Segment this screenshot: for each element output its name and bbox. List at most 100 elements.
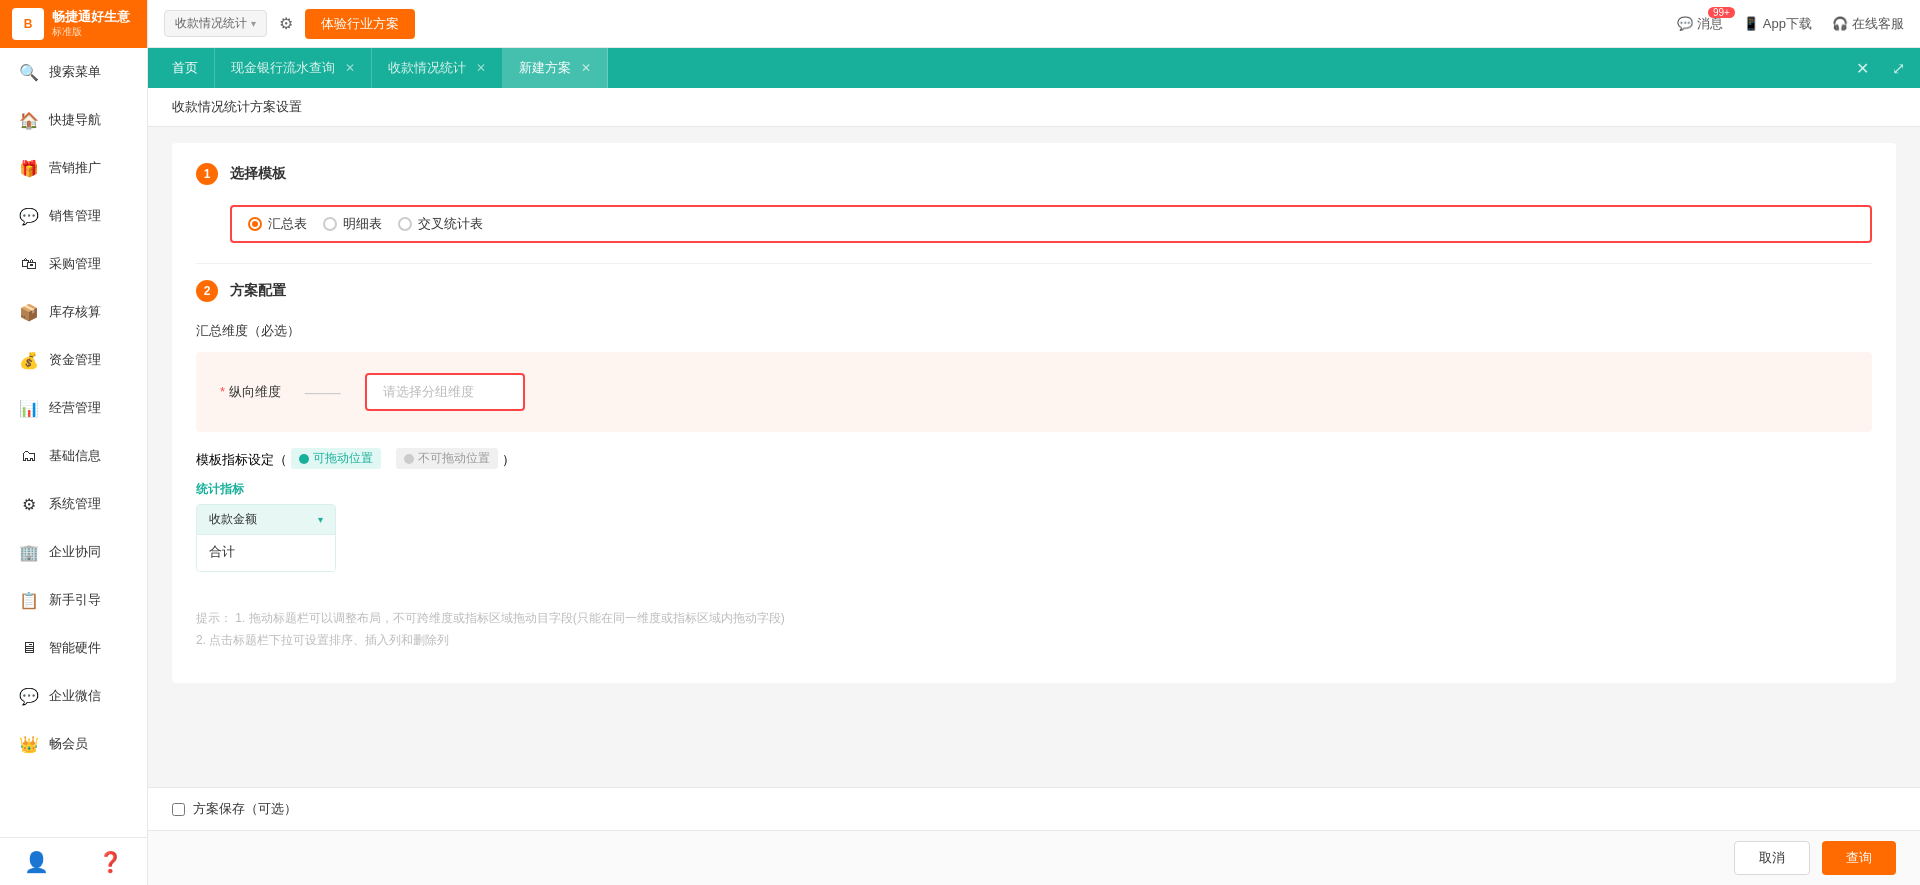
dimension-select-input[interactable]: 请选择分组维度 <box>365 373 525 411</box>
cancel-button[interactable]: 取消 <box>1734 841 1810 875</box>
logo-icon: B <box>12 8 44 40</box>
tab-bank[interactable]: 现金银行流水查询 ✕ <box>215 48 372 88</box>
purchase-icon: 🛍 <box>19 255 39 273</box>
search-icon: 🔍 <box>19 63 39 82</box>
sales-icon: 💬 <box>19 207 39 226</box>
sidebar-label-corp: 企业协同 <box>49 543 101 561</box>
sidebar-item-quicknav[interactable]: 🏠 快捷导航 <box>0 96 147 144</box>
footer-save: 方案保存（可选） <box>148 787 1920 830</box>
dimension-title-text: 汇总维度（必选） <box>196 323 300 338</box>
sidebar-user-btn[interactable]: 👤 <box>0 838 74 885</box>
dimension-title: 汇总维度（必选） <box>196 322 1872 340</box>
template-option-cross[interactable]: 交叉统计表 <box>398 215 483 233</box>
app-download-button[interactable]: 📱 App下载 <box>1743 15 1812 33</box>
hardware-icon: 🖥 <box>19 639 39 657</box>
app-label: App下载 <box>1763 15 1812 33</box>
sidebar-label-wechat: 企业微信 <box>49 687 101 705</box>
tab-newplan[interactable]: 新建方案 ✕ <box>503 48 608 88</box>
sidebar-label-operation: 经营管理 <box>49 399 101 417</box>
main-section: 1 选择模板 汇总表 明细表 交叉统计表 <box>172 143 1896 683</box>
sidebar-label-marketing: 营销推广 <box>49 159 101 177</box>
sidebar-item-sales[interactable]: 💬 销售管理 <box>0 192 147 240</box>
tab-expand-icon[interactable]: ⤢ <box>1884 54 1912 82</box>
dimension-placeholder: 请选择分组维度 <box>383 384 474 399</box>
template-cross-label: 交叉统计表 <box>418 215 483 233</box>
finance-icon: 💰 <box>19 351 39 370</box>
tab-home-label: 首页 <box>172 59 198 77</box>
metrics-label-row: 模板指标设定（ 可拖动位置 不可拖动位置 ） <box>196 448 1872 469</box>
sidebar-item-basic[interactable]: 🗂 基础信息 <box>0 432 147 480</box>
tabbar-controls: ✕ ⤢ <box>1848 54 1912 82</box>
config-section: 汇总维度（必选） * 纵向维度 —— 请选择分组维度 <box>196 322 1872 663</box>
sidebar-label-sales: 销售管理 <box>49 207 101 225</box>
template-summary-label: 汇总表 <box>268 215 307 233</box>
sidebar-label-system: 系统管理 <box>49 495 101 513</box>
step2-badge: 2 <box>196 280 218 302</box>
metrics-col-subtotal: 合计 <box>209 544 235 559</box>
metrics-col-header-payment[interactable]: 收款金额 ▾ <box>197 505 335 535</box>
message-badge: 99+ <box>1708 7 1735 18</box>
corp-icon: 🏢 <box>19 543 39 562</box>
sidebar-label-basic: 基础信息 <box>49 447 101 465</box>
logo-text: 畅捷通好生意 <box>52 9 130 25</box>
home-icon: 🏠 <box>19 111 39 130</box>
breadcrumb[interactable]: 收款情况统计 ▾ <box>164 10 267 37</box>
sidebar-item-hardware[interactable]: 🖥 智能硬件 <box>0 624 147 672</box>
sidebar-item-finance[interactable]: 💰 资金管理 <box>0 336 147 384</box>
message-button[interactable]: 💬 消息 99+ <box>1677 15 1723 33</box>
template-option-detail[interactable]: 明细表 <box>323 215 382 233</box>
inventory-icon: 📦 <box>19 303 39 322</box>
save-plan-label: 方案保存（可选） <box>193 800 297 818</box>
main-area: 收款情况统计 ▾ ⚙ 体验行业方案 💬 消息 99+ 📱 App下载 🎧 在线客… <box>148 0 1920 885</box>
sidebar-item-search[interactable]: 🔍 搜索菜单 <box>0 48 147 96</box>
topbar-right: 💬 消息 99+ 📱 App下载 🎧 在线客服 <box>1677 15 1904 33</box>
sidebar-item-member[interactable]: 👑 畅会员 <box>0 720 147 768</box>
tab-newplan-close-icon[interactable]: ✕ <box>581 61 591 75</box>
content-header-title: 收款情况统计方案设置 <box>172 99 302 114</box>
sidebar-label-member: 畅会员 <box>49 735 88 753</box>
dimension-required-star: * 纵向维度 <box>220 383 281 401</box>
metrics-title: 模板指标设定（ 可拖动位置 不可拖动位置 ） <box>196 448 515 469</box>
member-icon: 👑 <box>19 735 39 754</box>
metrics-grid-section-header: 统计指标 <box>196 481 1872 498</box>
tab-collection[interactable]: 收款情况统计 ✕ <box>372 48 503 88</box>
content-body: 1 选择模板 汇总表 明细表 交叉统计表 <box>148 127 1920 787</box>
app-icon: 📱 <box>1743 16 1759 31</box>
query-button[interactable]: 查询 <box>1822 841 1896 875</box>
tabbar: 首页 现金银行流水查询 ✕ 收款情况统计 ✕ 新建方案 ✕ ✕ ⤢ <box>148 48 1920 88</box>
topbar: 收款情况统计 ▾ ⚙ 体验行业方案 💬 消息 99+ 📱 App下载 🎧 在线客… <box>148 0 1920 48</box>
service-label: 在线客服 <box>1852 15 1904 33</box>
dimension-arrow-icon: —— <box>305 382 341 403</box>
industry-plan-button[interactable]: 体验行业方案 <box>305 9 415 39</box>
action-bar: 取消 查询 <box>148 830 1920 885</box>
sidebar-label-inventory: 库存核算 <box>49 303 101 321</box>
template-option-summary[interactable]: 汇总表 <box>248 215 307 233</box>
sidebar-item-marketing[interactable]: 🎁 营销推广 <box>0 144 147 192</box>
step2-label: 方案配置 <box>230 282 286 300</box>
step1-row: 1 选择模板 <box>196 163 1872 185</box>
metrics-col-body-payment: 合计 <box>197 535 335 571</box>
sidebar-item-corp[interactable]: 🏢 企业协同 <box>0 528 147 576</box>
sidebar-item-purchase[interactable]: 🛍 采购管理 <box>0 240 147 288</box>
sidebar-item-inventory[interactable]: 📦 库存核算 <box>0 288 147 336</box>
tab-close-all-icon[interactable]: ✕ <box>1848 54 1876 82</box>
sidebar-label-quicknav: 快捷导航 <box>49 111 101 129</box>
template-detail-label: 明细表 <box>343 215 382 233</box>
save-plan-checkbox[interactable] <box>172 803 185 816</box>
radio-detail-dot <box>323 217 337 231</box>
sidebar-help-btn[interactable]: ❓ <box>74 838 148 885</box>
sidebar-item-guide[interactable]: 📋 新手引导 <box>0 576 147 624</box>
tab-home[interactable]: 首页 <box>156 48 215 88</box>
system-icon: ⚙ <box>19 495 39 514</box>
online-service-button[interactable]: 🎧 在线客服 <box>1832 15 1904 33</box>
settings-icon[interactable]: ⚙ <box>279 14 293 33</box>
tab-collection-close-icon[interactable]: ✕ <box>476 61 486 75</box>
draggable-dot-icon <box>299 454 309 464</box>
tab-bank-close-icon[interactable]: ✕ <box>345 61 355 75</box>
sidebar-item-wechat[interactable]: 💬 企业微信 <box>0 672 147 720</box>
sidebar: B 畅捷通好生意 标准版 🔍 搜索菜单 🏠 快捷导航 🎁 营销推广 💬 销售管理… <box>0 0 148 885</box>
metrics-col-chevron-icon: ▾ <box>318 514 323 525</box>
sidebar-item-system[interactable]: ⚙ 系统管理 <box>0 480 147 528</box>
sidebar-item-operation[interactable]: 📊 经营管理 <box>0 384 147 432</box>
sidebar-label-search: 搜索菜单 <box>49 63 101 81</box>
